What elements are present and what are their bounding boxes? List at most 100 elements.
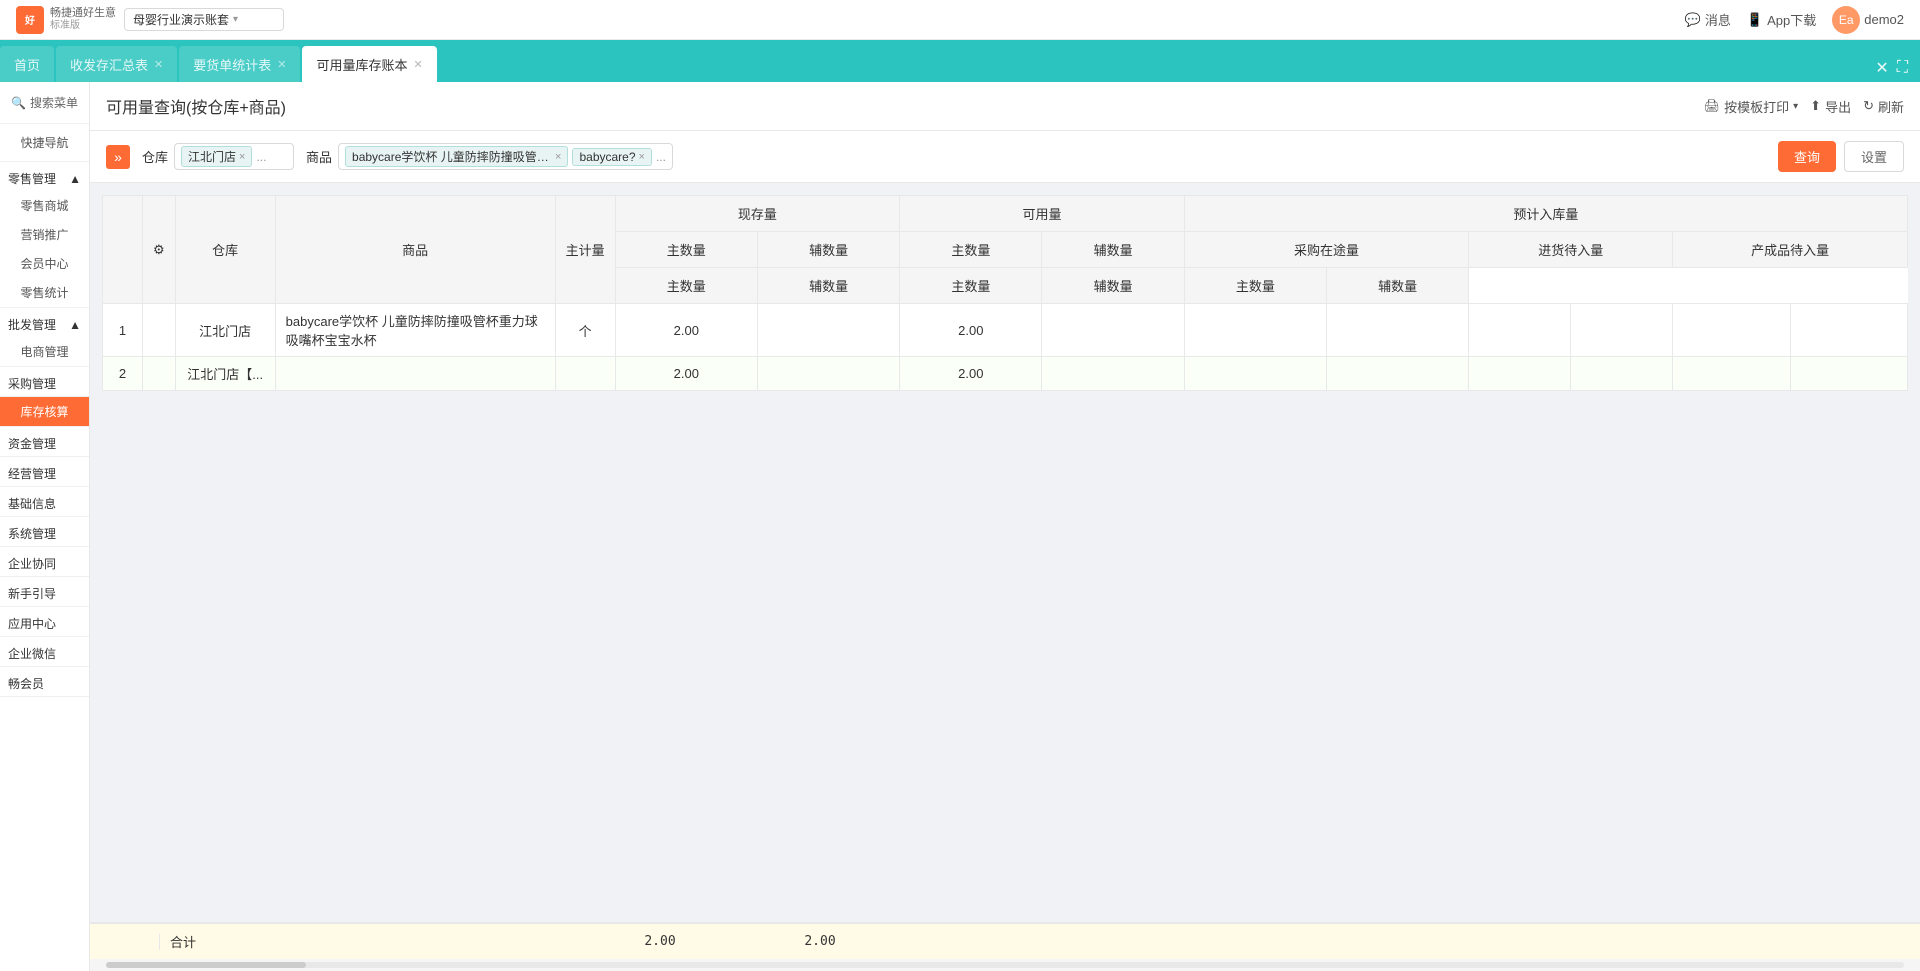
chevron-down-icon2: ▾: [1793, 101, 1798, 112]
message-icon: 💬: [1685, 12, 1701, 28]
sidebar-section-basic: 基础信息: [0, 487, 89, 517]
tab-order-stats-label: 要货单统计表: [193, 55, 271, 74]
tab-order-stats-close[interactable]: ✕: [277, 58, 286, 71]
total-stock-aux: [700, 934, 780, 950]
sidebar-section-system-header[interactable]: 系统管理: [0, 517, 89, 546]
total-available-main: 2.00: [780, 926, 860, 957]
warehouse-tag-close[interactable]: ×: [239, 151, 245, 163]
product-tag-1-close[interactable]: ×: [639, 151, 645, 163]
product-tag-0: babycare学饮杯 儿童防摔防撞吸管杯重力球吸嘴杯宝宝水杯 ×: [345, 146, 568, 167]
sidebar-item-quicknav[interactable]: 快捷导航: [0, 128, 89, 157]
sidebar-item-retail-store[interactable]: 零售商城: [0, 191, 89, 220]
sidebar-section-guide: 新手引导: [0, 577, 89, 607]
product-tag-1: babycare? ×: [572, 148, 651, 166]
table-area: ⚙仓库商品主计量现存量可用量预计入库量主数量辅数量主数量辅数量采购在途量进货待入…: [90, 183, 1920, 922]
product-filter: 商品 babycare学饮杯 儿童防摔防撞吸管杯重力球吸嘴杯宝宝水杯 × bab…: [306, 143, 673, 170]
sidebar-section-vip-header[interactable]: 畅会员: [0, 667, 89, 696]
product-more[interactable]: ...: [656, 150, 666, 164]
sidebar-section-retail-header[interactable]: 零售管理 ▲: [0, 162, 89, 191]
settings-button[interactable]: 设置: [1844, 141, 1904, 172]
tab-stock-summary-close[interactable]: ✕: [154, 58, 163, 71]
sidebar-section-inventory: 库存核算: [0, 397, 89, 427]
sidebar-section-basic-header[interactable]: 基础信息: [0, 487, 89, 516]
product-tags-input[interactable]: babycare学饮杯 儿童防摔防撞吸管杯重力球吸嘴杯宝宝水杯 × babyca…: [338, 143, 673, 170]
tab-home[interactable]: 首页: [0, 46, 54, 82]
sidebar-section-appstore-header[interactable]: 应用中心: [0, 607, 89, 636]
tenant-select[interactable]: 母婴行业演示账套 ▾: [124, 8, 284, 31]
avatar: Ea: [1832, 6, 1860, 34]
tab-close-all-button[interactable]: ✕: [1875, 58, 1888, 78]
message-button[interactable]: 💬 消息: [1685, 10, 1731, 29]
filter-area: » 仓库 江北门店 × ... 商品 babyca: [90, 131, 1920, 183]
product-tag-0-close[interactable]: ×: [555, 151, 561, 163]
export-icon: ⬆: [1810, 98, 1821, 114]
th-gear[interactable]: ⚙: [143, 196, 176, 304]
tab-available-stock-close[interactable]: ✕: [414, 58, 423, 71]
filter-actions: 查询 设置: [1778, 141, 1904, 172]
sidebar-item-membership[interactable]: 会员中心: [0, 249, 89, 278]
tab-expand-button[interactable]: ⛶: [1897, 59, 1908, 77]
top-bar-left: 好 畅捷通好生意 标准版 母婴行业演示账套 ▾: [16, 6, 284, 34]
table-scrollbar[interactable]: [90, 959, 1920, 971]
query-button[interactable]: 查询: [1778, 141, 1836, 172]
sidebar-section-wholesale-header[interactable]: 批发管理 ▲: [0, 308, 89, 337]
refresh-icon: ↻: [1863, 98, 1874, 114]
tab-available-stock[interactable]: 可用量库存账本 ✕: [302, 46, 436, 82]
logo-icon: 好: [16, 6, 44, 34]
sidebar-section-finance: 资金管理: [0, 427, 89, 457]
app-download-button[interactable]: 📱 App下载: [1747, 10, 1816, 29]
sidebar-item-marketing[interactable]: 营销推广: [0, 220, 89, 249]
tab-available-stock-label: 可用量库存账本: [316, 55, 407, 74]
scrollbar-thumb[interactable]: [106, 962, 306, 968]
sidebar-search-area: 🔍 搜索菜单: [0, 82, 89, 124]
chevron-down-icon: ▾: [233, 14, 238, 25]
page-title: 可用量查询(按仓库+商品): [106, 94, 286, 118]
sidebar-section-wechat-header[interactable]: 企业微信: [0, 637, 89, 666]
sidebar-section-collab: 企业协同: [0, 547, 89, 577]
printer-icon: 🖨: [1704, 98, 1721, 114]
sidebar-section-guide-header[interactable]: 新手引导: [0, 577, 89, 606]
page-actions: 🖨 按模板打印 ▾ ⬆ 导出 ↻ 刷新: [1704, 97, 1904, 116]
tab-home-label: 首页: [14, 55, 40, 74]
sidebar-section-purchase-header[interactable]: 采购管理: [0, 367, 89, 396]
export-button[interactable]: ⬆ 导出: [1810, 97, 1851, 116]
top-bar-right: 💬 消息 📱 App下载 Ea demo2: [1685, 6, 1904, 34]
sidebar-item-ecommerce[interactable]: 电商管理: [0, 337, 89, 366]
main-layout: 🔍 搜索菜单 快捷导航 零售管理 ▲ 零售商城 营销推广 会员中心 零售统计 批…: [0, 82, 1920, 971]
data-table: ⚙仓库商品主计量现存量可用量预计入库量主数量辅数量主数量辅数量采购在途量进货待入…: [102, 195, 1908, 391]
chevron-icon: ▲: [69, 172, 81, 186]
search-icon: 🔍: [11, 96, 26, 110]
tab-order-stats[interactable]: 要货单统计表 ✕: [179, 46, 300, 82]
tab-stock-summary[interactable]: 收发存汇总表 ✕: [56, 46, 177, 82]
download-icon: 📱: [1747, 12, 1763, 28]
sidebar-section-purchase: 采购管理: [0, 367, 89, 397]
sidebar-section-collab-header[interactable]: 企业协同: [0, 547, 89, 576]
sidebar-section-vip: 畅会员: [0, 667, 89, 697]
total-label: 合计: [160, 924, 620, 959]
filter-expand-button[interactable]: »: [106, 145, 130, 169]
refresh-button[interactable]: ↻ 刷新: [1863, 97, 1904, 116]
content-area: 可用量查询(按仓库+商品) 🖨 按模板打印 ▾ ⬆ 导出 ↻ 刷新: [90, 82, 1920, 971]
filter-row: » 仓库 江北门店 × ... 商品 babyca: [106, 141, 1904, 172]
scrollbar-track: [106, 962, 1904, 968]
sidebar-section-finance-header[interactable]: 资金管理: [0, 427, 89, 456]
warehouse-label: 仓库: [142, 147, 168, 166]
sidebar-section-business: 经营管理: [0, 457, 89, 487]
sidebar-section-appstore: 应用中心: [0, 607, 89, 637]
sidebar-quick-nav: 快捷导航: [0, 124, 89, 162]
sidebar-item-inventory[interactable]: 库存核算: [0, 397, 89, 426]
total-row: 合计 2.00 2.00: [90, 924, 1920, 959]
tab-bar: 首页 收发存汇总表 ✕ 要货单统计表 ✕ 可用量库存账本 ✕ ✕ ⛶: [0, 40, 1920, 82]
sidebar-item-retail-stats[interactable]: 零售统计: [0, 278, 89, 307]
warehouse-tags-input[interactable]: 江北门店 × ...: [174, 143, 294, 170]
sidebar-search-button[interactable]: 🔍 搜索菜单: [8, 90, 81, 115]
sidebar-section-wechat: 企业微信: [0, 637, 89, 667]
total-stock-main: 2.00: [620, 926, 700, 957]
print-button[interactable]: 🖨 按模板打印 ▾: [1704, 97, 1799, 116]
page-header: 可用量查询(按仓库+商品) 🖨 按模板打印 ▾ ⬆ 导出 ↻ 刷新: [90, 82, 1920, 131]
sidebar-section-business-header[interactable]: 经营管理: [0, 457, 89, 486]
table-footer: 合计 2.00 2.00: [90, 922, 1920, 971]
warehouse-more[interactable]: ...: [256, 150, 266, 164]
tab-stock-summary-label: 收发存汇总表: [70, 55, 148, 74]
user-profile[interactable]: Ea demo2: [1832, 6, 1904, 34]
